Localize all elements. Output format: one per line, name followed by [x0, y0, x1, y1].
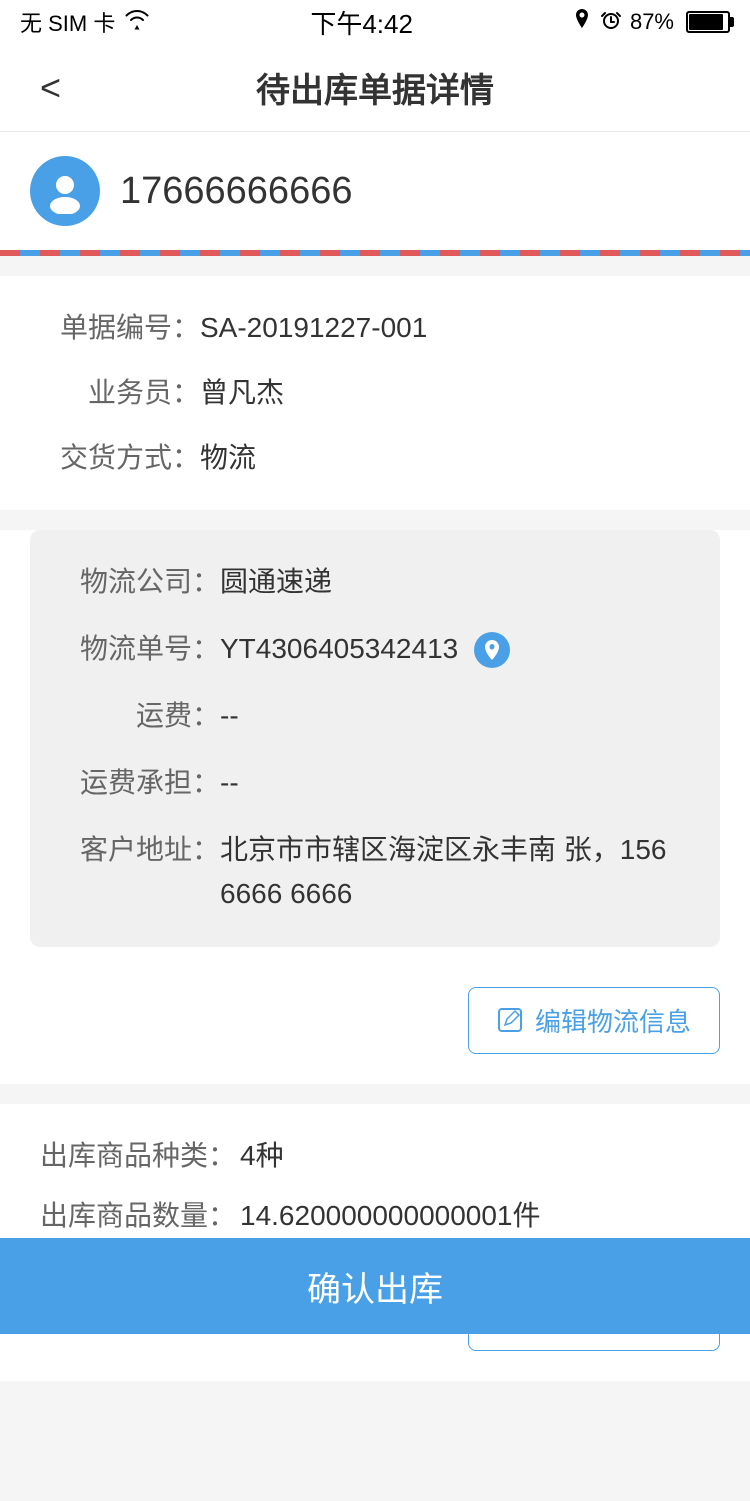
edit-btn-row: 编辑物流信息	[0, 967, 750, 1084]
edit-icon	[497, 1007, 525, 1035]
product-quantity-label: 出库商品数量：	[40, 1194, 240, 1234]
avatar	[30, 156, 100, 226]
status-bar: 无 SIM 卡 下午4:42 87%	[0, 0, 750, 44]
sales-person-row: 业务员： 曾凡杰	[40, 371, 710, 416]
logistics-company-label: 物流公司：	[60, 560, 220, 605]
logistics-address-label: 客户地址：	[60, 828, 220, 873]
tracking-number: YT4306405342413	[220, 627, 458, 672]
sales-person-label: 业务员：	[40, 371, 200, 416]
page-title: 待出库单据详情	[256, 63, 494, 112]
location-status-icon	[572, 8, 592, 36]
product-type-label: 出库商品种类：	[40, 1134, 240, 1174]
product-quantity-value: 14.620000000000001件	[240, 1194, 541, 1234]
sales-person-value: 曾凡杰	[200, 371, 710, 416]
status-bar-time: 下午4:42	[310, 4, 413, 41]
delivery-method-label: 交货方式：	[40, 436, 200, 481]
back-button[interactable]: <	[30, 57, 71, 119]
customer-header: 17666666666	[0, 132, 750, 250]
logistics-company-row: 物流公司： 圆通速递	[60, 560, 690, 605]
tracking-location-icon[interactable]	[474, 632, 510, 668]
battery-percentage: 87%	[630, 9, 674, 35]
section-separator	[0, 1084, 750, 1104]
product-type-row: 出库商品种类： 4种	[40, 1134, 710, 1174]
order-info-section: 单据编号： SA-20191227-001 业务员： 曾凡杰 交货方式： 物流	[0, 276, 750, 510]
customer-phone: 17666666666	[120, 170, 352, 213]
delivery-method-row: 交货方式： 物流	[40, 436, 710, 481]
edit-logistics-button[interactable]: 编辑物流信息	[468, 987, 720, 1054]
order-no-value: SA-20191227-001	[200, 306, 710, 351]
dashed-divider	[0, 250, 750, 256]
delivery-method-value: 物流	[200, 436, 710, 481]
logistics-tracking-row: 物流单号： YT4306405342413	[60, 627, 690, 672]
carrier-label: 无 SIM 卡	[20, 6, 115, 38]
logistics-freight-row: 运费： --	[60, 694, 690, 739]
logistics-freight-label: 运费：	[60, 694, 220, 739]
bottom-spacer	[0, 1381, 750, 1501]
alarm-status-icon	[600, 8, 622, 36]
battery-icon	[686, 11, 730, 33]
confirm-button[interactable]: 确认出库	[0, 1238, 750, 1334]
logistics-company-value: 圆通速递	[220, 560, 690, 605]
logistics-address-value: 北京市市辖区海淀区永丰南 张，156 6666 6666	[220, 828, 690, 918]
confirm-button-label: 确认出库	[307, 1262, 443, 1311]
product-quantity-row: 出库商品数量： 14.620000000000001件	[40, 1194, 710, 1234]
edit-logistics-label: 编辑物流信息	[535, 1002, 691, 1039]
logistics-freight-bearer-value: --	[220, 761, 690, 806]
logistics-freight-bearer-label: 运费承担：	[60, 761, 220, 806]
logistics-tracking-label: 物流单号：	[60, 627, 220, 672]
status-bar-right: 87%	[572, 8, 730, 36]
logistics-address-row: 客户地址： 北京市市辖区海淀区永丰南 张，156 6666 6666	[60, 828, 690, 918]
logistics-freight-bearer-row: 运费承担： --	[60, 761, 690, 806]
wifi-icon	[123, 8, 151, 36]
status-bar-left: 无 SIM 卡	[20, 6, 151, 38]
order-no-row: 单据编号： SA-20191227-001	[40, 306, 710, 351]
product-type-value: 4种	[240, 1134, 284, 1174]
nav-bar: < 待出库单据详情	[0, 44, 750, 132]
logistics-card: 物流公司： 圆通速递 物流单号： YT4306405342413 运费： -- …	[30, 530, 720, 947]
order-no-label: 单据编号：	[40, 306, 200, 351]
logistics-freight-value: --	[220, 694, 690, 739]
logistics-tracking-value: YT4306405342413	[220, 627, 690, 672]
